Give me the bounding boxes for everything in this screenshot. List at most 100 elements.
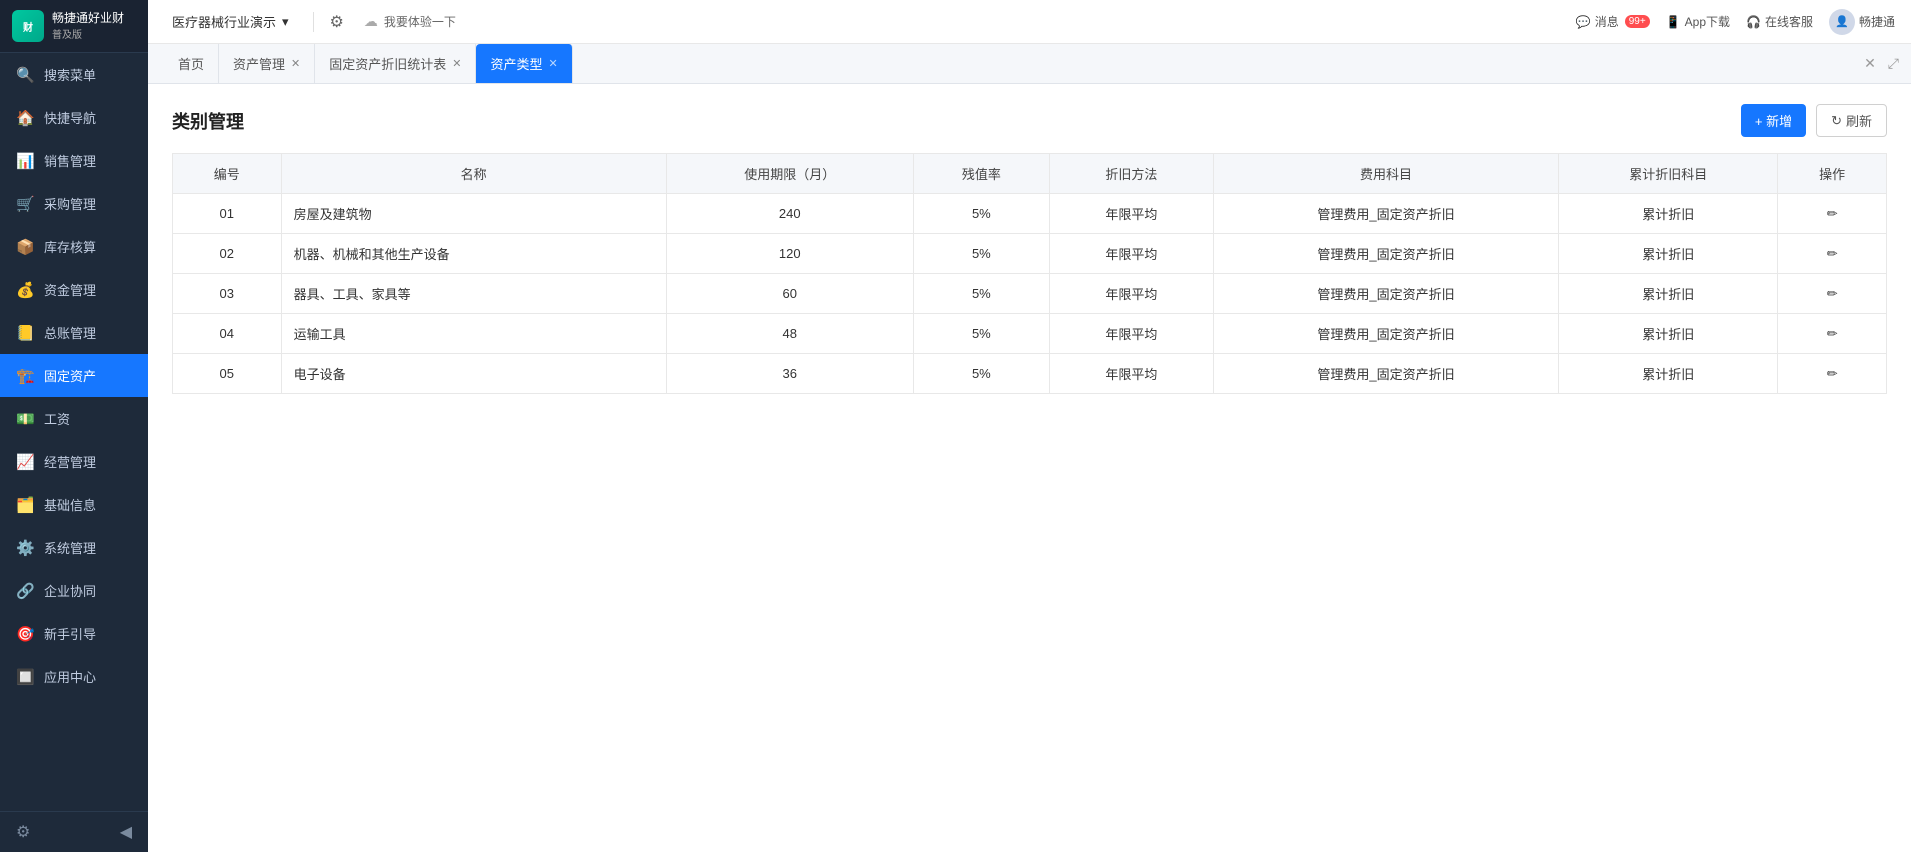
sidebar-item-enterprise[interactable]: 🔗 企业协同 (0, 569, 148, 612)
topbar-divider (313, 12, 314, 32)
row-4-col-6: 累计折旧 (1559, 354, 1778, 394)
tab-close-depreciation[interactable]: ✕ (452, 57, 461, 70)
tab-label-home: 首页 (178, 54, 204, 73)
settings-icon[interactable]: ⚙ (16, 822, 30, 842)
sidebar-label-purchase: 采购管理 (44, 194, 96, 213)
row-0-col-7[interactable]: ✏ (1778, 194, 1887, 234)
avatar: 👤 (1829, 9, 1855, 35)
table-row: 03器具、工具、家具等605%年限平均管理费用_固定资产折旧累计折旧✏ (173, 274, 1887, 314)
row-4-col-5: 管理费用_固定资产折旧 (1213, 354, 1558, 394)
row-2-col-7[interactable]: ✏ (1778, 274, 1887, 314)
row-4-col-0: 05 (173, 354, 282, 394)
col-header-2: 使用期限（月） (666, 154, 913, 194)
tab-home[interactable]: 首页 (164, 44, 219, 83)
sidebar-item-sales[interactable]: 📊 销售管理 (0, 139, 148, 182)
refresh-icon: ↻ (1831, 113, 1842, 129)
sidebar-label-system: 系统管理 (44, 538, 96, 557)
trial-button[interactable]: ☁ 我要体验一下 (364, 13, 456, 30)
trial-icon: ☁ (364, 13, 378, 30)
col-header-4: 折旧方法 (1049, 154, 1213, 194)
tab-close-asset-mgmt[interactable]: ✕ (291, 57, 300, 70)
row-3-col-3: 5% (913, 314, 1049, 354)
new-button[interactable]: + 新增 (1741, 104, 1806, 137)
row-1-col-6: 累计折旧 (1559, 234, 1778, 274)
table-row: 05电子设备365%年限平均管理费用_固定资产折旧累计折旧✏ (173, 354, 1887, 394)
col-header-7: 操作 (1778, 154, 1887, 194)
category-table: 编号名称使用期限（月）残值率折旧方法费用科目累计折旧科目操作 01房屋及建筑物2… (172, 153, 1887, 394)
row-2-col-3: 5% (913, 274, 1049, 314)
row-3-col-2: 48 (666, 314, 913, 354)
refresh-button[interactable]: ↻ 刷新 (1816, 104, 1887, 137)
sidebar-item-purchase[interactable]: 🛒 采购管理 (0, 182, 148, 225)
sidebar-label-fixed: 固定资产 (44, 366, 96, 385)
logo-text-block: 畅捷通好业财 普及版 (52, 11, 124, 42)
table-row: 01房屋及建筑物2405%年限平均管理费用_固定资产折旧累计折旧✏ (173, 194, 1887, 234)
col-header-0: 编号 (173, 154, 282, 194)
sidebar-item-operations[interactable]: 📈 经营管理 (0, 440, 148, 483)
sidebar-label-ledger: 总账管理 (44, 323, 96, 342)
tab-expand-btn[interactable]: ⤢ (1884, 51, 1903, 76)
dropdown-icon: ▾ (282, 14, 289, 30)
sidebar-item-quicknav[interactable]: 🏠 快捷导航 (0, 96, 148, 139)
sidebar-item-apps[interactable]: 🔲 应用中心 (0, 655, 148, 698)
tab-close-all-btn[interactable]: ✕ (1860, 51, 1880, 76)
sidebar-icon-inventory: 📦 (16, 238, 34, 256)
sidebar-label-operations: 经营管理 (44, 452, 96, 471)
tab-asset-mgmt[interactable]: 资产管理 ✕ (219, 44, 315, 83)
tab-label-asset-mgmt: 资产管理 (233, 54, 285, 73)
sidebar-icon-base: 🗂️ (16, 496, 34, 514)
page-actions: + 新增 ↻ 刷新 (1741, 104, 1887, 137)
online-service-label: 在线客服 (1765, 13, 1813, 30)
row-4-col-2: 36 (666, 354, 913, 394)
col-header-6: 累计折旧科目 (1559, 154, 1778, 194)
topbar: 医疗器械行业演示 ▾ ⚙ ☁ 我要体验一下 💬 消息 99+ 📱 App下载 🎧… (148, 0, 1911, 44)
sidebar-label-apps: 应用中心 (44, 667, 96, 686)
sidebar-item-salary[interactable]: 💵 工资 (0, 397, 148, 440)
sidebar-item-ledger[interactable]: 📒 总账管理 (0, 311, 148, 354)
sidebar-logo: 财 畅捷通好业财 普及版 (0, 0, 148, 53)
topbar-settings-icon[interactable]: ⚙ (330, 12, 344, 32)
col-header-5: 费用科目 (1213, 154, 1558, 194)
main-area: 医疗器械行业演示 ▾ ⚙ ☁ 我要体验一下 💬 消息 99+ 📱 App下载 🎧… (148, 0, 1911, 852)
sidebar-item-guide[interactable]: 🎯 新手引导 (0, 612, 148, 655)
sidebar-icon-sales: 📊 (16, 152, 34, 170)
user-name: 畅捷通 (1859, 13, 1895, 30)
user-item[interactable]: 👤 畅捷通 (1829, 9, 1895, 35)
row-2-col-4: 年限平均 (1049, 274, 1213, 314)
sidebar-item-fixed[interactable]: 🏗️ 固定资产 (0, 354, 148, 397)
collapse-icon[interactable]: ◀ (120, 822, 132, 842)
row-3-col-4: 年限平均 (1049, 314, 1213, 354)
sidebar-label-finance: 资金管理 (44, 280, 96, 299)
row-3-col-7[interactable]: ✏ (1778, 314, 1887, 354)
row-4-col-7[interactable]: ✏ (1778, 354, 1887, 394)
col-header-1: 名称 (281, 154, 666, 194)
sidebar-label-base: 基础信息 (44, 495, 96, 514)
logo-icon: 财 (12, 10, 44, 42)
row-1-col-5: 管理费用_固定资产折旧 (1213, 234, 1558, 274)
tab-depreciation[interactable]: 固定资产折旧统计表✕ (315, 44, 476, 83)
row-2-col-1: 器具、工具、家具等 (281, 274, 666, 314)
row-0-col-6: 累计折旧 (1559, 194, 1778, 234)
sidebar-item-search[interactable]: 🔍 搜索菜单 (0, 53, 148, 96)
row-3-col-1: 运输工具 (281, 314, 666, 354)
sidebar-item-finance[interactable]: 💰 资金管理 (0, 268, 148, 311)
sidebar-item-base[interactable]: 🗂️ 基础信息 (0, 483, 148, 526)
row-1-col-7[interactable]: ✏ (1778, 234, 1887, 274)
sidebar-label-salary: 工资 (44, 409, 70, 428)
app-download-item[interactable]: 📱 App下载 (1666, 13, 1730, 30)
company-selector[interactable]: 医疗器械行业演示 ▾ (164, 8, 297, 35)
sidebar-icon-fixed: 🏗️ (16, 367, 34, 385)
sidebar-item-system[interactable]: ⚙️ 系统管理 (0, 526, 148, 569)
trial-text: 我要体验一下 (384, 13, 456, 30)
sidebar-icon-operations: 📈 (16, 453, 34, 471)
online-service-item[interactable]: 🎧 在线客服 (1746, 13, 1813, 30)
message-item[interactable]: 💬 消息 99+ (1576, 13, 1650, 30)
sidebar-item-inventory[interactable]: 📦 库存核算 (0, 225, 148, 268)
tab-close-asset-type[interactable]: ✕ (549, 57, 558, 70)
tab-asset-type[interactable]: 资产类型✕ (476, 44, 572, 83)
sidebar-icon-ledger: 📒 (16, 324, 34, 342)
message-badge: 99+ (1625, 15, 1650, 28)
tabbar: 首页资产管理✕固定资产折旧统计表✕资产类型✕ ✕ ⤢ (148, 44, 1911, 84)
table-row: 02机器、机械和其他生产设备1205%年限平均管理费用_固定资产折旧累计折旧✏ (173, 234, 1887, 274)
table-row: 04运输工具485%年限平均管理费用_固定资产折旧累计折旧✏ (173, 314, 1887, 354)
